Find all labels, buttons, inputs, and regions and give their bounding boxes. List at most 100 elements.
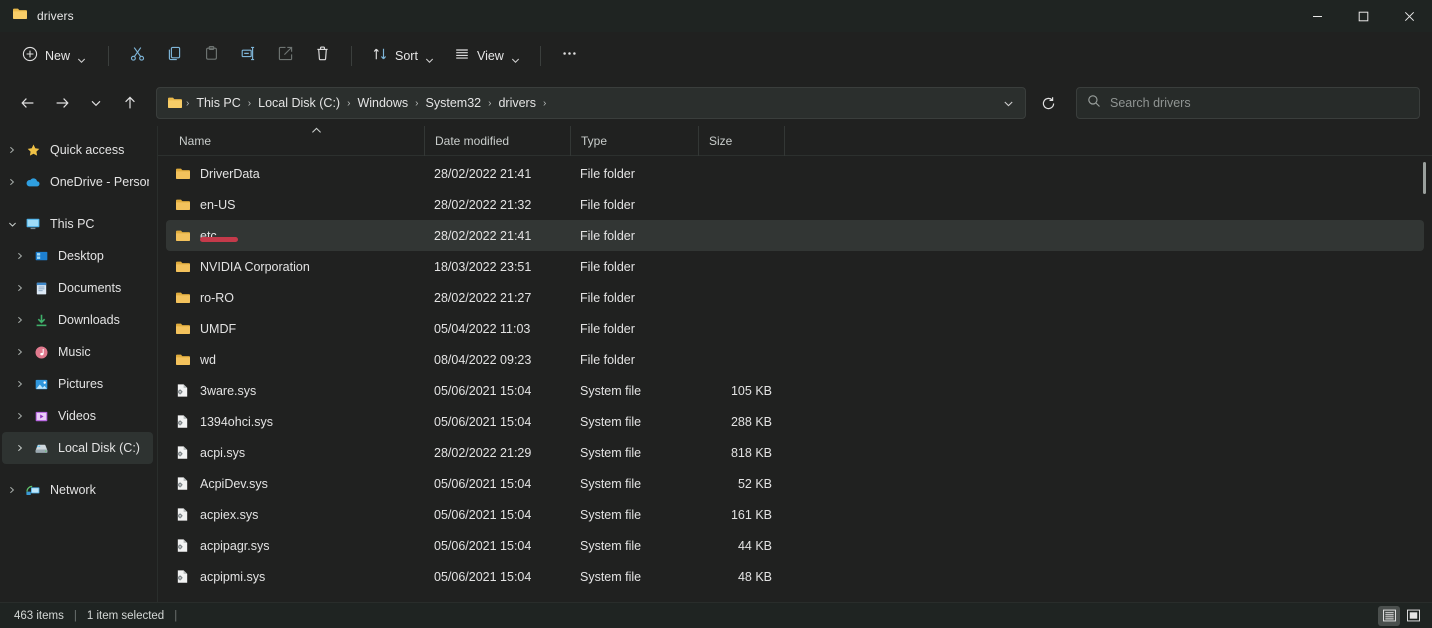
recent-locations-button[interactable] — [80, 87, 112, 119]
sidebar-item-this-pc[interactable]: This PC — [2, 208, 153, 240]
more-options-button[interactable] — [552, 40, 587, 72]
table-row[interactable]: UMDF 05/04/2022 11:03 File folder — [166, 313, 1424, 344]
file-date-cell: 05/04/2022 11:03 — [434, 321, 531, 336]
file-name-label: acpi.sys — [200, 445, 246, 460]
breadcrumb-item-windows[interactable]: Windows — [351, 92, 414, 114]
back-button[interactable] — [12, 87, 44, 119]
folder-icon — [12, 6, 28, 27]
chevron-right-icon[interactable] — [2, 486, 22, 494]
music-icon — [30, 345, 52, 360]
refresh-button[interactable] — [1032, 87, 1064, 119]
file-name-cell: DriverData — [174, 165, 424, 182]
chevron-right-icon[interactable] — [2, 146, 22, 154]
sidebar-item-onedrive[interactable]: OneDrive - Personal — [2, 166, 153, 198]
toolbar-separator-2 — [351, 46, 353, 66]
breadcrumb[interactable]: › This PC › Local Disk (C:) › Windows › … — [156, 87, 1026, 119]
search-input[interactable]: Search drivers — [1076, 87, 1420, 119]
sidebar-item-downloads[interactable]: Downloads — [2, 304, 153, 336]
sidebar-item-pictures[interactable]: Pictures — [2, 368, 153, 400]
sidebar-item-videos[interactable]: Videos — [2, 400, 153, 432]
file-date-cell: 28/02/2022 21:32 — [434, 197, 532, 212]
file-name-cell: en-US — [174, 196, 424, 213]
file-size-cell: 161 KB — [730, 507, 772, 522]
file-type-cell: System file — [580, 414, 642, 429]
breadcrumb-item-system32[interactable]: System32 — [420, 92, 488, 114]
table-row[interactable]: 3ware.sys 05/06/2021 15:04 System file 105 … — [166, 375, 1424, 406]
table-row[interactable]: acpiex.sys 05/06/2021 15:04 System file 161… — [166, 499, 1424, 530]
details-view-button[interactable] — [1378, 605, 1400, 626]
cut-button[interactable] — [120, 40, 155, 72]
file-date-cell: 05/06/2021 15:04 — [434, 383, 532, 398]
file-name-cell: acpi.sys — [174, 444, 424, 461]
minimize-button[interactable] — [1294, 0, 1340, 32]
close-button[interactable] — [1386, 0, 1432, 32]
up-button[interactable] — [114, 87, 146, 119]
file-type-cell: System file — [580, 538, 642, 553]
chevron-right-icon[interactable] — [10, 444, 30, 452]
view-button[interactable]: View — [445, 40, 529, 72]
table-row[interactable]: acpipagr.sys 05/06/2021 15:04 System file 4… — [166, 530, 1424, 561]
chevron-right-icon[interactable] — [10, 252, 30, 260]
file-name-cell: UMDF — [174, 320, 424, 337]
large-icons-view-button[interactable] — [1402, 606, 1424, 626]
chevron-right-icon[interactable] — [10, 348, 30, 356]
breadcrumb-item-local-disk[interactable]: Local Disk (C:) — [252, 92, 346, 114]
chevron-down-icon[interactable] — [2, 220, 22, 229]
table-row[interactable]: NVIDIA Corporation 18/03/2022 23:51 File f… — [166, 251, 1424, 282]
title-bar-left: drivers — [0, 6, 74, 27]
file-type-cell: System file — [580, 383, 642, 398]
column-header-size[interactable]: Size — [698, 125, 784, 156]
paste-button[interactable] — [194, 40, 229, 72]
table-row[interactable]: 1394ohci.sys 05/06/2021 15:04 System file 2… — [166, 406, 1424, 437]
sort-button[interactable]: Sort — [363, 40, 443, 72]
sidebar-item-music[interactable]: Music — [2, 336, 153, 368]
sidebar-item-documents[interactable]: Documents — [2, 272, 153, 304]
sidebar-item-quick-access[interactable]: Quick access — [2, 134, 153, 166]
table-row[interactable]: acpipmi.sys 05/06/2021 15:04 System file 48… — [166, 561, 1424, 592]
column-header-date-modified[interactable]: Date modified — [424, 125, 570, 156]
chevron-right-icon[interactable] — [2, 178, 22, 186]
chevron-right-icon[interactable] — [10, 316, 30, 324]
delete-button[interactable] — [305, 40, 340, 72]
sidebar-item-network[interactable]: Network — [2, 474, 153, 506]
sidebar-item-local-disk[interactable]: Local Disk (C:) — [2, 432, 153, 464]
table-row[interactable]: AcpiDev.sys 05/06/2021 15:04 System file 52… — [166, 468, 1424, 499]
table-row[interactable]: en-US 28/02/2022 21:32 File folder — [166, 189, 1424, 220]
table-row[interactable]: acpi.sys 28/02/2022 21:29 System file 818 K… — [166, 437, 1424, 468]
network-icon — [22, 482, 44, 498]
column-header-name[interactable]: Name — [174, 126, 424, 156]
file-type-cell: File folder — [580, 259, 635, 274]
chevron-right-icon[interactable] — [10, 284, 30, 292]
table-row[interactable]: etc 28/02/2022 21:41 File folder — [166, 220, 1424, 251]
breadcrumb-item-this-pc[interactable]: This PC — [190, 92, 246, 114]
chevron-right-icon[interactable] — [10, 380, 30, 388]
explorer-body: Quick access OneDrive - Personal — [0, 125, 1432, 602]
column-header-type[interactable]: Type — [570, 125, 698, 156]
sidebar-item-label: Music — [58, 345, 91, 359]
sidebar-item-desktop[interactable]: Desktop — [2, 240, 153, 272]
new-button[interactable]: New — [14, 40, 97, 72]
rename-button[interactable] — [231, 40, 266, 72]
system-file-icon — [174, 475, 191, 492]
folder-icon — [174, 320, 191, 337]
window-title: drivers — [37, 9, 74, 23]
scrollbar-thumb[interactable] — [1423, 162, 1426, 194]
chevron-right-icon[interactable] — [10, 412, 30, 420]
table-row[interactable]: ro-RO 28/02/2022 21:27 File folder — [166, 282, 1424, 313]
file-size-cell: 288 KB — [730, 414, 772, 429]
share-button[interactable] — [268, 40, 303, 72]
table-row[interactable]: wd 08/04/2022 09:23 File folder — [166, 344, 1424, 375]
sidebar-item-label: Local Disk (C:) — [58, 441, 140, 455]
copy-button[interactable] — [157, 40, 192, 72]
file-name-label: en-US — [200, 197, 236, 212]
sidebar-item-label: Desktop — [58, 249, 104, 263]
breadcrumb-item-drivers[interactable]: drivers — [492, 92, 542, 114]
forward-button[interactable] — [46, 87, 78, 119]
maximize-button[interactable] — [1340, 0, 1386, 32]
table-row[interactable]: DriverData 28/02/2022 21:41 File folder — [166, 158, 1424, 189]
file-rows: DriverData 28/02/2022 21:41 File folder en-… — [158, 156, 1432, 602]
address-bar: › This PC › Local Disk (C:) › Windows › … — [0, 80, 1432, 126]
address-dropdown-button[interactable] — [995, 90, 1021, 116]
cloud-icon — [22, 174, 44, 190]
vertical-scrollbar[interactable] — [1419, 162, 1429, 600]
